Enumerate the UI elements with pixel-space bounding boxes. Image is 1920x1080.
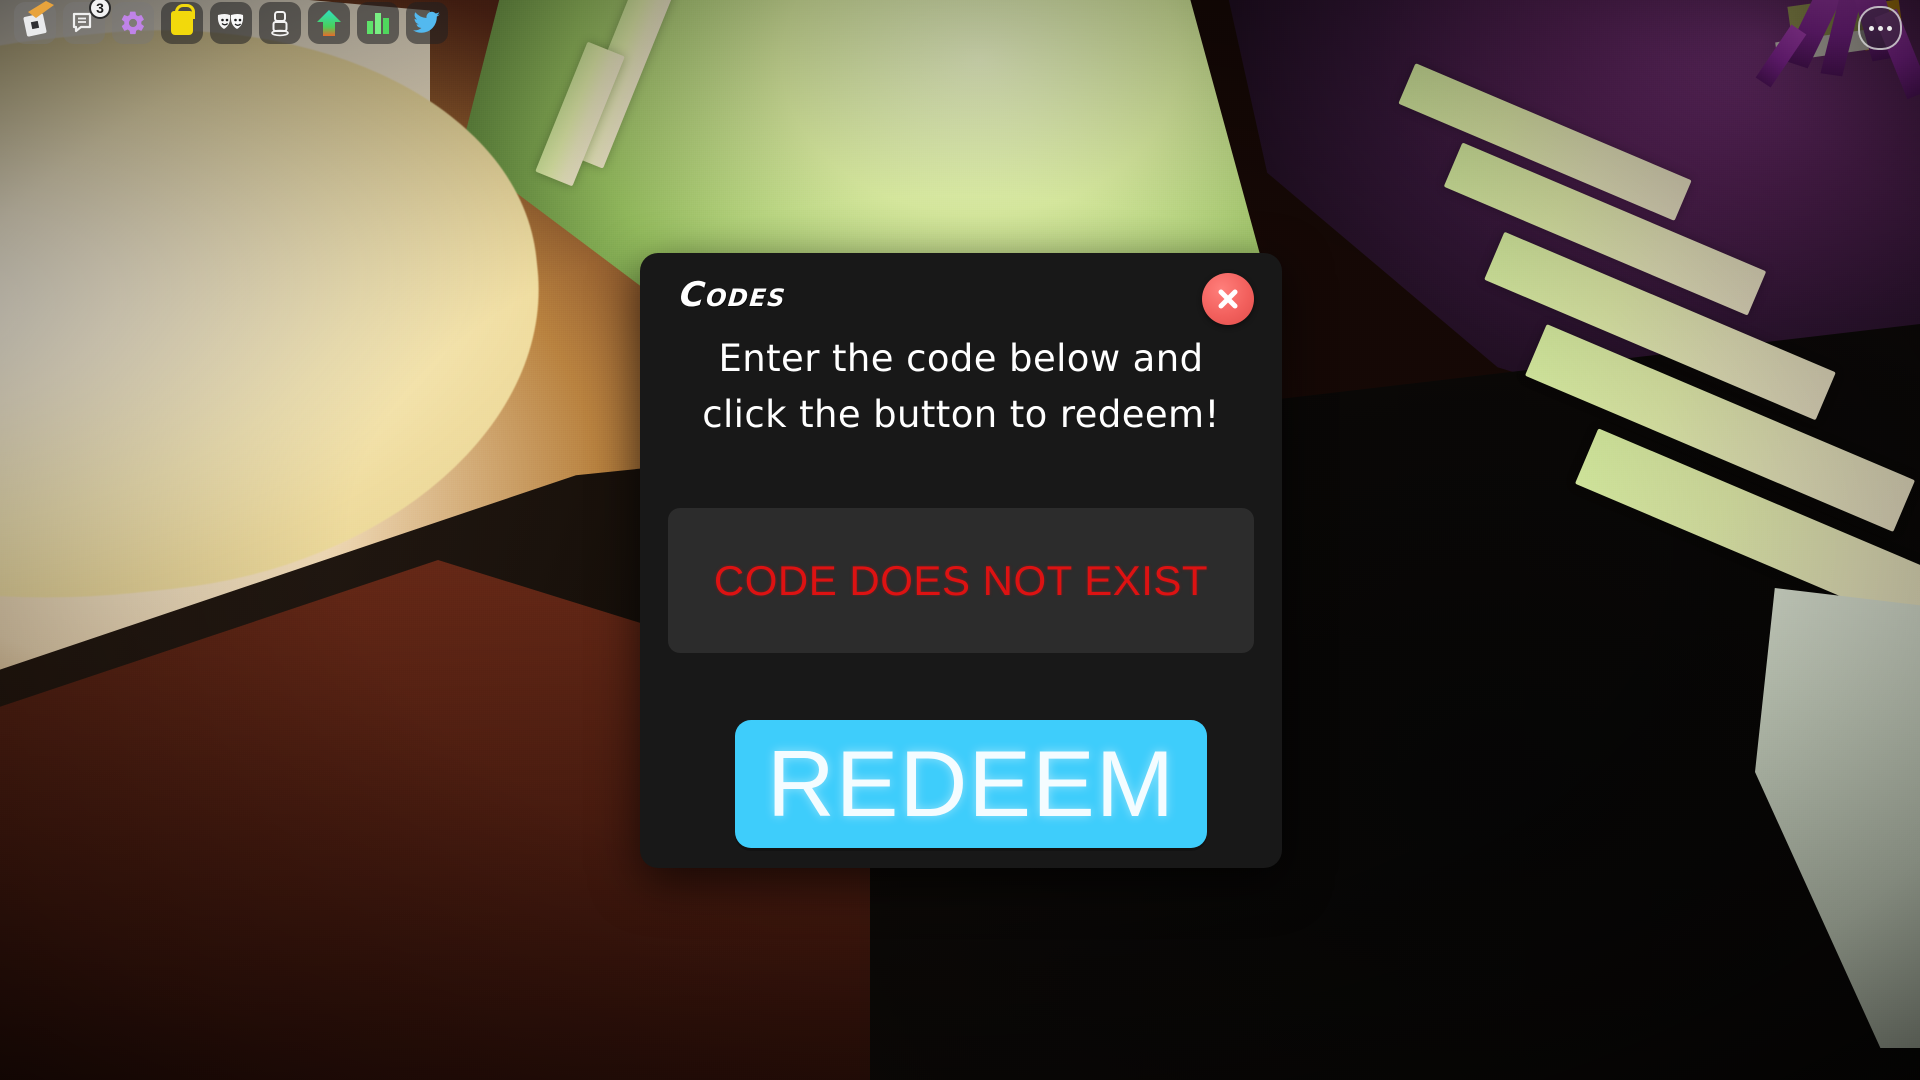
game-screen: 3 Codes Enter the code below and click t…: [0, 0, 1920, 1080]
avatar-editor-icon[interactable]: [259, 2, 301, 44]
codes-dialog: Codes Enter the code below and click the…: [640, 253, 1282, 868]
instruction-text: Enter the code below and click the butto…: [702, 337, 1220, 436]
arrow-up-glyph: [317, 10, 341, 36]
shopping-bag-glyph: [171, 4, 195, 35]
avatar-figure-glyph: [271, 11, 289, 37]
roblox-home-icon[interactable]: [14, 1, 56, 44]
bar-chart-glyph: [367, 13, 389, 34]
redeem-button[interactable]: REDEEM: [735, 720, 1207, 848]
hand-cursor-icon: [28, 1, 54, 18]
stats-bars-icon[interactable]: [357, 2, 399, 44]
code-input[interactable]: CODE DOES NOT EXIST: [668, 508, 1254, 653]
green-arrow-up-icon[interactable]: [308, 2, 350, 44]
emotes-masks-icon[interactable]: [210, 2, 252, 44]
twitter-bird-glyph: [413, 11, 440, 33]
dot-icon: [1868, 25, 1874, 31]
shop-bag-icon[interactable]: [161, 2, 203, 44]
redeem-button-label: REDEEM: [766, 731, 1176, 836]
more-options-button[interactable]: [1858, 6, 1902, 50]
close-x-icon: [1218, 289, 1238, 309]
dot-icon: [1886, 25, 1892, 31]
roblox-topbar: 3: [14, 0, 448, 44]
code-input-value: CODE DOES NOT EXIST: [713, 557, 1209, 604]
gear-icon[interactable]: [112, 2, 154, 44]
gear-glyph: [121, 11, 144, 35]
close-button[interactable]: [1202, 273, 1254, 325]
dot-icon: [1877, 25, 1883, 31]
twitter-bird-icon[interactable]: [406, 2, 448, 44]
theatre-masks-glyph: [217, 14, 244, 29]
chat-icon[interactable]: 3: [63, 0, 111, 44]
dialog-title: Codes: [678, 275, 789, 315]
chat-badge-count: 3: [89, 0, 111, 19]
